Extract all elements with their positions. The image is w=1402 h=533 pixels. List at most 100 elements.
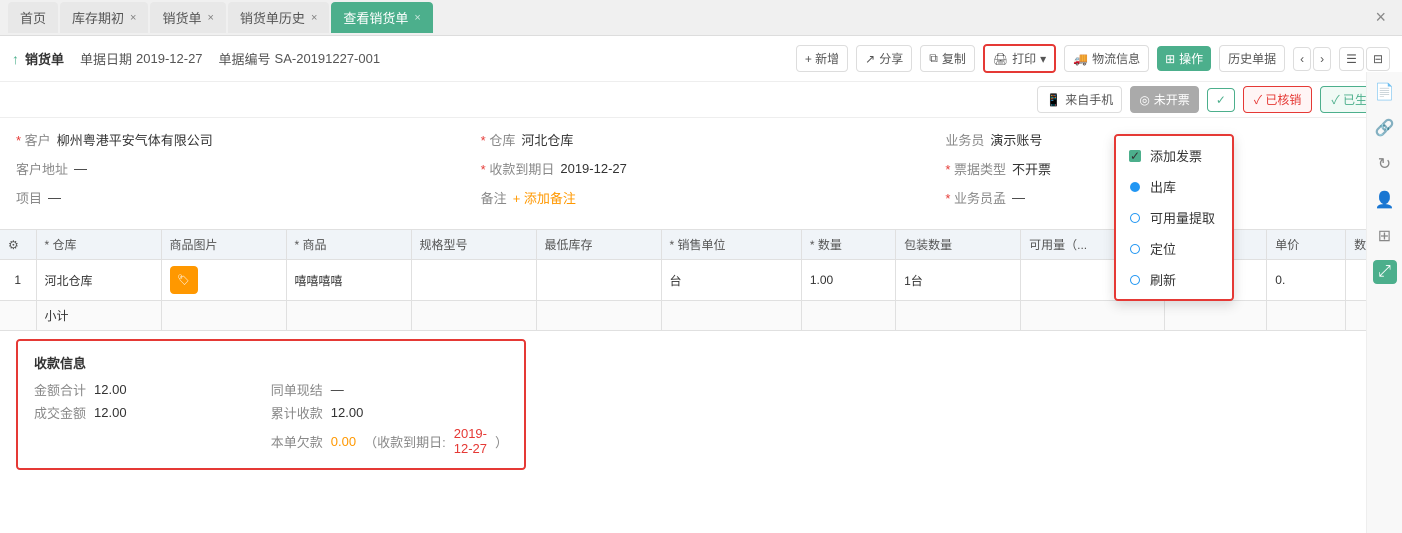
tab-bar: 首页 库存期初 × 销货单 × 销货单历史 × 查看销货单 × ×: [0, 0, 1402, 36]
subtotal-avail: [1021, 301, 1165, 331]
new-label: + 新增: [805, 50, 839, 67]
sidebar-doc-icon[interactable]: 📄: [1373, 80, 1397, 104]
due-close: ）: [495, 432, 508, 451]
project-value: —: [48, 190, 61, 205]
operate-button[interactable]: ⊞ 操作: [1157, 46, 1211, 71]
tab-inventory[interactable]: 库存期初 ×: [60, 2, 148, 33]
tab-view-sales-close[interactable]: ×: [414, 12, 420, 24]
sidebar-refresh-icon[interactable]: ↻: [1373, 152, 1397, 176]
payment-date-label: 收款到期日: [481, 159, 555, 178]
sub-toolbar: 📱 来自手机 ◎ 未开票 ✓ ✓ 已核销 ✓ 已生效: [0, 82, 1402, 118]
due-value: 0.00: [331, 434, 356, 449]
dropdown-refresh[interactable]: 刷新: [1116, 264, 1232, 295]
dropdown-add-invoice[interactable]: ✓ 添加发票: [1116, 140, 1232, 171]
col-spec: 规格型号: [411, 230, 536, 260]
history-button[interactable]: 历史单据: [1219, 45, 1285, 72]
subtotal-stock: [1165, 301, 1267, 331]
sold-icon: ✓: [1254, 93, 1262, 107]
subtotal-spec: [411, 301, 536, 331]
payment-date-field: 收款到期日 2019-12-27: [481, 159, 922, 178]
from-phone-button[interactable]: 📱 来自手机: [1037, 86, 1122, 113]
print-icon: 🖨: [993, 52, 1008, 66]
subtotal-min: [536, 301, 661, 331]
total-value: 12.00: [94, 382, 127, 397]
customer-value: 柳州粤港平安气体有限公司: [57, 130, 213, 149]
col-image: 商品图片: [161, 230, 286, 260]
sold-button[interactable]: ✓ 已核销: [1243, 86, 1313, 113]
staff-value: 演示账号: [990, 130, 1042, 149]
logistics-button[interactable]: 🚚 物流信息: [1064, 45, 1149, 72]
col-min-stock: 最低库存: [536, 230, 661, 260]
sidebar-user-icon[interactable]: 👤: [1373, 188, 1397, 212]
confirm-button[interactable]: ✓: [1207, 88, 1235, 112]
doc-actions: + 新增 ↗ 分享 ⧉ 复制 🖨 打印 ▾ 🚚 物流信息 ⊞ 操作: [796, 44, 1390, 73]
tab-sales-history[interactable]: 销货单历史 ×: [228, 2, 329, 33]
deal-value: 12.00: [94, 405, 127, 420]
copy-button[interactable]: ⧉ 复制: [920, 45, 975, 72]
tab-inventory-close[interactable]: ×: [130, 12, 136, 24]
payment-info-title: 收款信息: [34, 353, 508, 372]
tab-home[interactable]: 首页: [8, 2, 58, 33]
prev-button[interactable]: ‹: [1293, 47, 1311, 71]
new-button[interactable]: + 新增: [796, 45, 848, 72]
nav-arrows: ‹ ›: [1293, 47, 1331, 71]
list-view-button[interactable]: ☰: [1339, 47, 1364, 71]
subtotal-pack: [896, 301, 1021, 331]
dropdown-outbound[interactable]: 出库: [1116, 171, 1232, 202]
doc-meta: 单据日期 2019-12-27 单据编号 SA-20191227-001: [80, 49, 380, 68]
notes-label: 备注: [481, 188, 507, 207]
tab-sales-close[interactable]: ×: [207, 12, 213, 24]
share-button[interactable]: ↗ 分享: [856, 45, 912, 72]
due-date: 2019-12-27: [454, 426, 487, 456]
add-invoice-label: 添加发票: [1150, 146, 1202, 165]
app-close-button[interactable]: ×: [1367, 7, 1394, 28]
sales-staff-value: —: [1012, 190, 1025, 205]
share-label: 分享: [879, 50, 903, 67]
row-quantity: 1.00: [801, 260, 895, 301]
operate-label: 操作: [1179, 50, 1203, 67]
radio-empty-icon-2: [1130, 244, 1140, 254]
doc-type-label: 销货单: [25, 49, 64, 68]
doc-type-icon: ↑: [12, 51, 19, 67]
add-invoice-icon: ✓: [1128, 149, 1142, 163]
doc-date-value: 2019-12-27: [136, 51, 203, 66]
print-button[interactable]: 🖨 打印 ▾: [983, 44, 1056, 73]
subtotal-price: [1267, 301, 1346, 331]
row-warehouse: 河北仓库: [36, 260, 161, 301]
tab-view-sales-label: 查看销货单: [343, 8, 408, 27]
locate-icon: [1128, 242, 1142, 256]
dropdown-quantity-pick[interactable]: 可用量提取: [1116, 202, 1232, 233]
refresh-icon: [1128, 273, 1142, 287]
tab-view-sales[interactable]: 查看销货单 ×: [331, 2, 432, 33]
sidebar-table-icon[interactable]: ⊞: [1373, 224, 1397, 248]
same-order-row: 同单现结 —: [271, 380, 508, 399]
outbound-icon: [1128, 180, 1142, 194]
address-value: —: [74, 161, 87, 176]
add-note-button[interactable]: + 添加备注: [513, 188, 576, 207]
share-icon: ↗: [865, 52, 875, 66]
payment-info-grid: 金额合计 12.00 同单现结 — 成交金额 12.00 累计收款 12.00 …: [34, 380, 508, 456]
sidebar-link-icon[interactable]: 🔗: [1373, 116, 1397, 140]
from-phone-label: 来自手机: [1065, 91, 1113, 108]
tab-sales-history-label: 销货单历史: [240, 8, 305, 27]
payment-date-value: 2019-12-27: [560, 161, 627, 176]
project-field: 项目 —: [16, 188, 457, 207]
tab-sales-history-close[interactable]: ×: [311, 12, 317, 24]
not-open-button[interactable]: ◎ 未开票: [1130, 86, 1199, 113]
tab-sales[interactable]: 销货单 ×: [150, 2, 225, 33]
same-order-label: 同单现结: [271, 380, 323, 399]
subtotal-label: [0, 301, 36, 331]
dropdown-locate[interactable]: 定位: [1116, 233, 1232, 264]
add-note-label: + 添加备注: [513, 188, 576, 207]
doc-title: ↑ 销货单: [12, 49, 64, 68]
grid-view-button[interactable]: ⊟: [1366, 47, 1390, 71]
sidebar-expand-icon[interactable]: ⤢: [1373, 260, 1397, 284]
not-open-icon: ◎: [1139, 93, 1149, 107]
due-note: （收款到期日:: [364, 432, 446, 451]
col-quantity: * 数量: [801, 230, 895, 260]
col-pack: 包装数量: [896, 230, 1021, 260]
radio-icon: [1130, 182, 1140, 192]
same-order-value: —: [331, 382, 344, 397]
next-button[interactable]: ›: [1313, 47, 1331, 71]
effective-icon: ✓: [1331, 93, 1339, 107]
